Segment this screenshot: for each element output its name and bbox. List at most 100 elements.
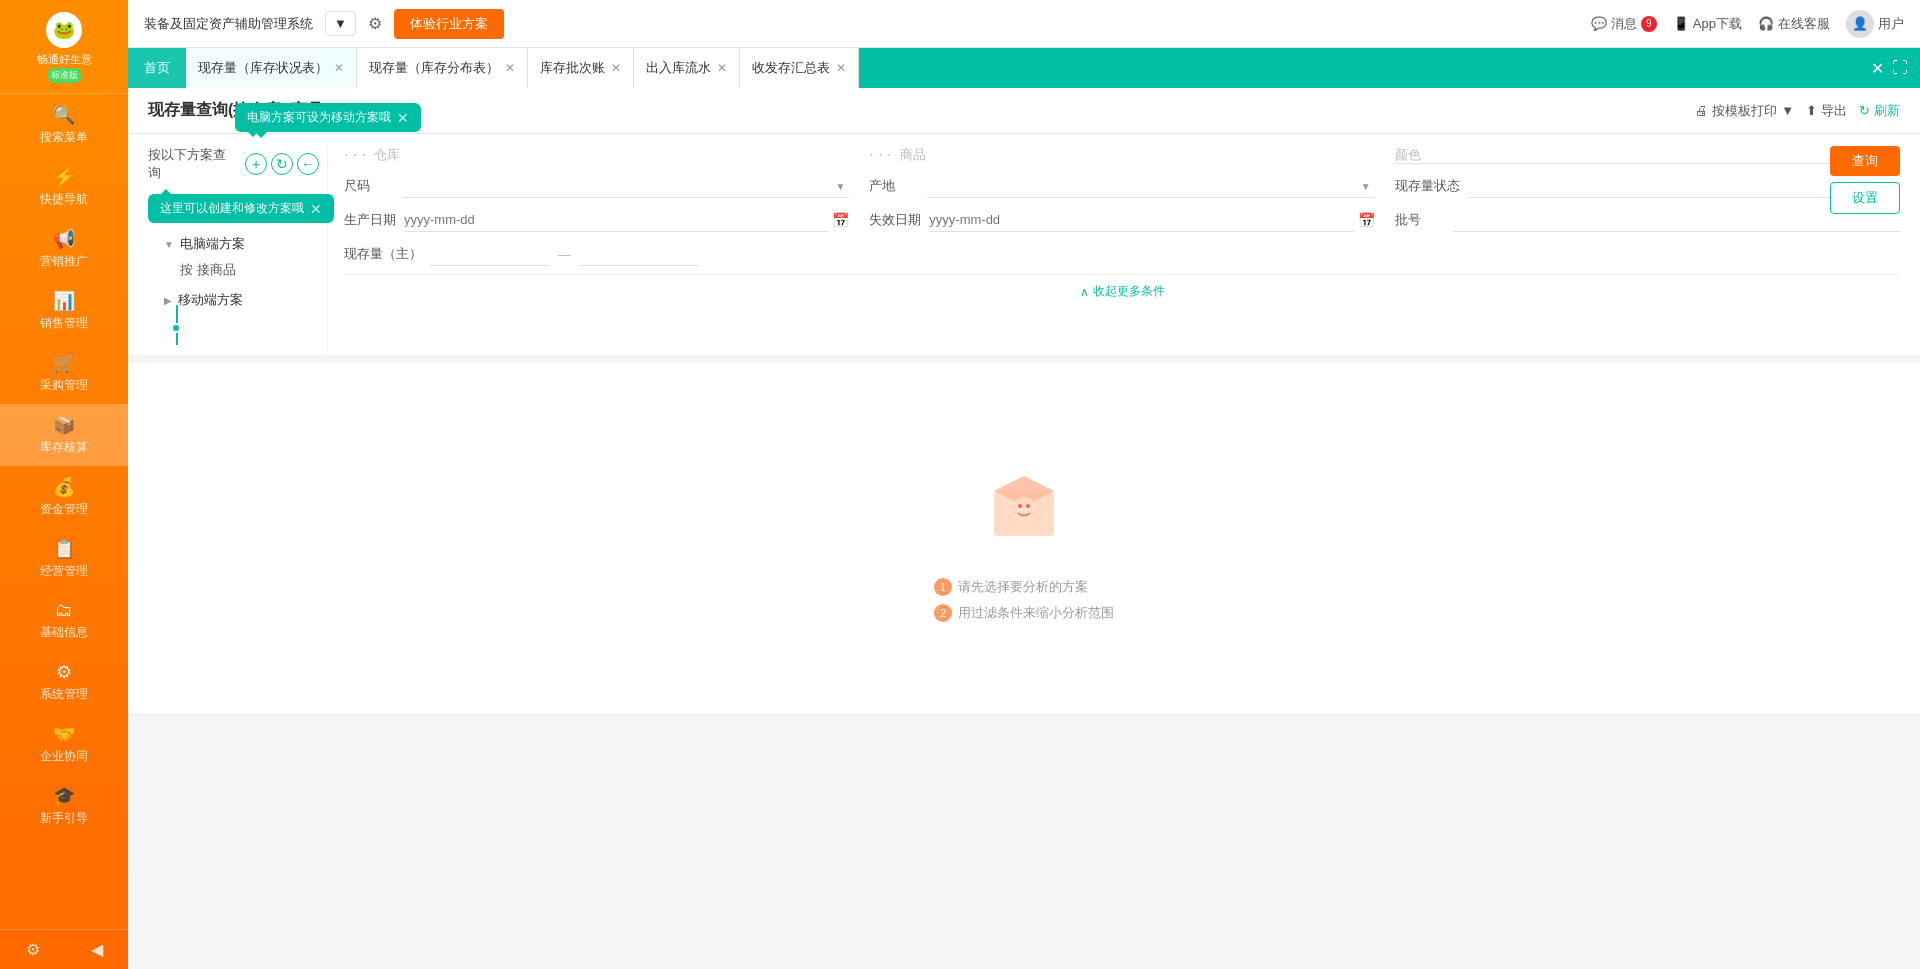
filter-back-button[interactable]: ← bbox=[297, 153, 319, 175]
size-field: 尺码 ▼ bbox=[344, 174, 849, 198]
stock-status-label: 现存量状态 bbox=[1395, 177, 1460, 195]
batch-no-label: 批号 bbox=[1395, 211, 1445, 229]
header-settings-icon[interactable]: ⚙ bbox=[368, 14, 382, 33]
marketing-icon: 📢 bbox=[53, 228, 75, 250]
expire-date-label: 失效日期 bbox=[869, 211, 921, 229]
produce-date-wrap: 📅 bbox=[404, 208, 849, 232]
export-icon: ⬆ bbox=[1806, 103, 1817, 118]
tab-close-summary[interactable]: ✕ bbox=[836, 61, 846, 75]
guide-icon: 🎓 bbox=[53, 785, 75, 807]
goods-dots[interactable]: · · · bbox=[869, 146, 891, 164]
header-right: 💬 消息 9 📱 App下载 🎧 在线客服 👤 用户 bbox=[1591, 10, 1904, 38]
sidebar-collapse-btn[interactable]: ◀ bbox=[91, 940, 103, 959]
print-dropdown-icon: ▼ bbox=[1781, 103, 1794, 118]
expire-date-field: 失效日期 📅 bbox=[869, 208, 1374, 232]
tab-inout[interactable]: 出入库流水 ✕ bbox=[634, 48, 740, 88]
sidebar-item-finance[interactable]: 💰 资金管理 bbox=[0, 466, 128, 528]
produce-date-field: 生产日期 📅 bbox=[344, 208, 849, 232]
tab-batch[interactable]: 库存批次账 ✕ bbox=[528, 48, 634, 88]
system-selector[interactable]: ▼ bbox=[325, 11, 356, 36]
sidebar-item-purchase[interactable]: 🛒 采购管理 bbox=[0, 342, 128, 404]
filter-refresh-button[interactable]: ↻ bbox=[271, 153, 293, 175]
stock-qty-separator: — bbox=[558, 247, 571, 262]
sidebar-item-enterprise[interactable]: 🤝 企业协同 bbox=[0, 713, 128, 775]
desktop-scheme-header[interactable]: ▼ 电脑端方案 bbox=[156, 231, 319, 257]
support-action[interactable]: 🎧 在线客服 bbox=[1758, 15, 1830, 33]
sidebar-settings-btn[interactable]: ⚙ bbox=[26, 940, 40, 959]
filter-row-4: 现存量（主） — bbox=[344, 242, 1900, 266]
refresh-button[interactable]: ↻ 刷新 bbox=[1859, 102, 1900, 120]
svg-marker-1 bbox=[994, 476, 1054, 491]
filter-row-2: 尺码 ▼ 产地 bbox=[344, 174, 1900, 198]
sidebar-nav: 🔍 搜索菜单 ⚡ 快捷导航 📢 营销推广 📊 销售管理 🛒 采购管理 📦 库存核… bbox=[0, 94, 128, 929]
sidebar-item-operations[interactable]: 📋 经营管理 bbox=[0, 528, 128, 590]
sidebar-item-sales[interactable]: 📊 销售管理 bbox=[0, 280, 128, 342]
logo-icon: 🐸 bbox=[46, 12, 82, 48]
user-action[interactable]: 👤 用户 bbox=[1846, 10, 1904, 38]
collapse-bar[interactable]: ∧ 收起更多条件 bbox=[344, 274, 1900, 308]
tab-close-inventory-dist[interactable]: ✕ bbox=[505, 61, 515, 75]
tab-summary[interactable]: 收发存汇总表 ✕ bbox=[740, 48, 859, 88]
sidebar-item-system[interactable]: ⚙ 系统管理 bbox=[0, 651, 128, 713]
inventory-icon: 📦 bbox=[53, 414, 75, 436]
sidebar-bottom: ⚙ ◀ bbox=[0, 929, 128, 969]
produce-date-input[interactable] bbox=[404, 208, 828, 232]
tab-inventory-status[interactable]: 现存量（库存状况表） ✕ bbox=[186, 48, 357, 88]
sidebar-item-search[interactable]: 🔍 搜索菜单 bbox=[0, 94, 128, 156]
tab-expand[interactable]: ⛶ bbox=[1892, 59, 1908, 78]
color-select-wrap: 颜色 ▼ bbox=[1395, 146, 1900, 164]
edit-tooltip: 这里可以创建和修改方案哦 ✕ bbox=[148, 194, 334, 223]
trial-button[interactable]: 体验行业方案 bbox=[394, 9, 504, 39]
print-button[interactable]: 🖨 按模板打印 ▼ bbox=[1695, 102, 1794, 120]
edit-tooltip-close[interactable]: ✕ bbox=[310, 201, 322, 217]
scheme-item-by-goods[interactable]: 按 接商品 bbox=[156, 257, 319, 283]
goods-field: · · · 商品 bbox=[869, 146, 1374, 164]
sidebar: 🐸 畅通好生意 标准版 🔍 搜索菜单 ⚡ 快捷导航 📢 营销推广 📊 销售管理 … bbox=[0, 0, 128, 969]
stock-qty-from[interactable] bbox=[430, 242, 550, 266]
scheme-group-mobile: ▶ 移动端方案 bbox=[156, 287, 319, 313]
tab-inventory-dist[interactable]: 现存量（库存分布表） ✕ bbox=[357, 48, 528, 88]
size-label: 尺码 bbox=[344, 177, 394, 195]
scheme-list: ▼ 电脑端方案 按 接商品 ▶ 移动端方案 bbox=[148, 231, 319, 325]
stock-qty-to[interactable] bbox=[579, 242, 699, 266]
add-tooltip: 电脑方案可设为移动方案哦 ✕ bbox=[235, 103, 421, 132]
empty-illustration bbox=[964, 451, 1084, 554]
header-left: 装备及固定资产辅助管理系统 ▼ ⚙ 体验行业方案 bbox=[144, 9, 504, 39]
tab-close-all[interactable]: ✕ bbox=[1871, 59, 1884, 78]
message-icon: 💬 bbox=[1591, 16, 1607, 31]
add-tooltip-close[interactable]: ✕ bbox=[397, 110, 409, 126]
filter-add-button[interactable]: + bbox=[245, 153, 267, 175]
tab-close-batch[interactable]: ✕ bbox=[611, 61, 621, 75]
quicknav-icon: ⚡ bbox=[53, 166, 75, 188]
produce-date-calendar-icon[interactable]: 📅 bbox=[832, 212, 849, 228]
origin-label: 产地 bbox=[869, 177, 919, 195]
warehouse-input-wrap: 仓库 bbox=[374, 146, 849, 164]
sidebar-item-guide[interactable]: 🎓 新手引导 bbox=[0, 775, 128, 837]
sidebar-item-quicknav[interactable]: ⚡ 快捷导航 bbox=[0, 156, 128, 218]
empty-tip-2: 2 用过滤条件来缩小分析范围 bbox=[934, 600, 1114, 626]
basic-icon: 🗂 bbox=[55, 600, 73, 621]
finance-icon: 💰 bbox=[53, 476, 75, 498]
filter-header: 按以下方案查询 + ↻ ← 电脑方案可设为移动方案哦 ✕ bbox=[148, 146, 319, 182]
tab-home[interactable]: 首页 bbox=[128, 48, 186, 88]
expire-date-calendar-icon[interactable]: 📅 bbox=[1358, 212, 1375, 228]
search-icon: 🔍 bbox=[53, 104, 75, 126]
sidebar-item-marketing[interactable]: 📢 营销推广 bbox=[0, 218, 128, 280]
sidebar-item-basic[interactable]: 🗂 基础信息 bbox=[0, 590, 128, 651]
expire-date-input[interactable] bbox=[929, 208, 1353, 232]
tab-close-inout[interactable]: ✕ bbox=[717, 61, 727, 75]
size-select[interactable] bbox=[402, 174, 849, 198]
sidebar-item-inventory[interactable]: 📦 库存核算 bbox=[0, 404, 128, 466]
export-button[interactable]: ⬆ 导出 bbox=[1806, 102, 1847, 120]
mobile-scheme-header[interactable]: ▶ 移动端方案 bbox=[156, 287, 319, 313]
sales-icon: 📊 bbox=[53, 290, 75, 312]
tab-close-inventory-status[interactable]: ✕ bbox=[334, 61, 344, 75]
messages-action[interactable]: 💬 消息 9 bbox=[1591, 15, 1657, 33]
top-header: 装备及固定资产辅助管理系统 ▼ ⚙ 体验行业方案 💬 消息 9 📱 App下载 … bbox=[128, 0, 1920, 48]
origin-select[interactable] bbox=[927, 174, 1374, 198]
search-button[interactable]: 查询 bbox=[1830, 146, 1900, 176]
app-download-action[interactable]: 📱 App下载 bbox=[1673, 15, 1742, 33]
warehouse-dots[interactable]: · · · bbox=[344, 146, 366, 164]
reset-button[interactable]: 设置 bbox=[1830, 182, 1900, 214]
stock-qty-label: 现存量（主） bbox=[344, 245, 422, 263]
